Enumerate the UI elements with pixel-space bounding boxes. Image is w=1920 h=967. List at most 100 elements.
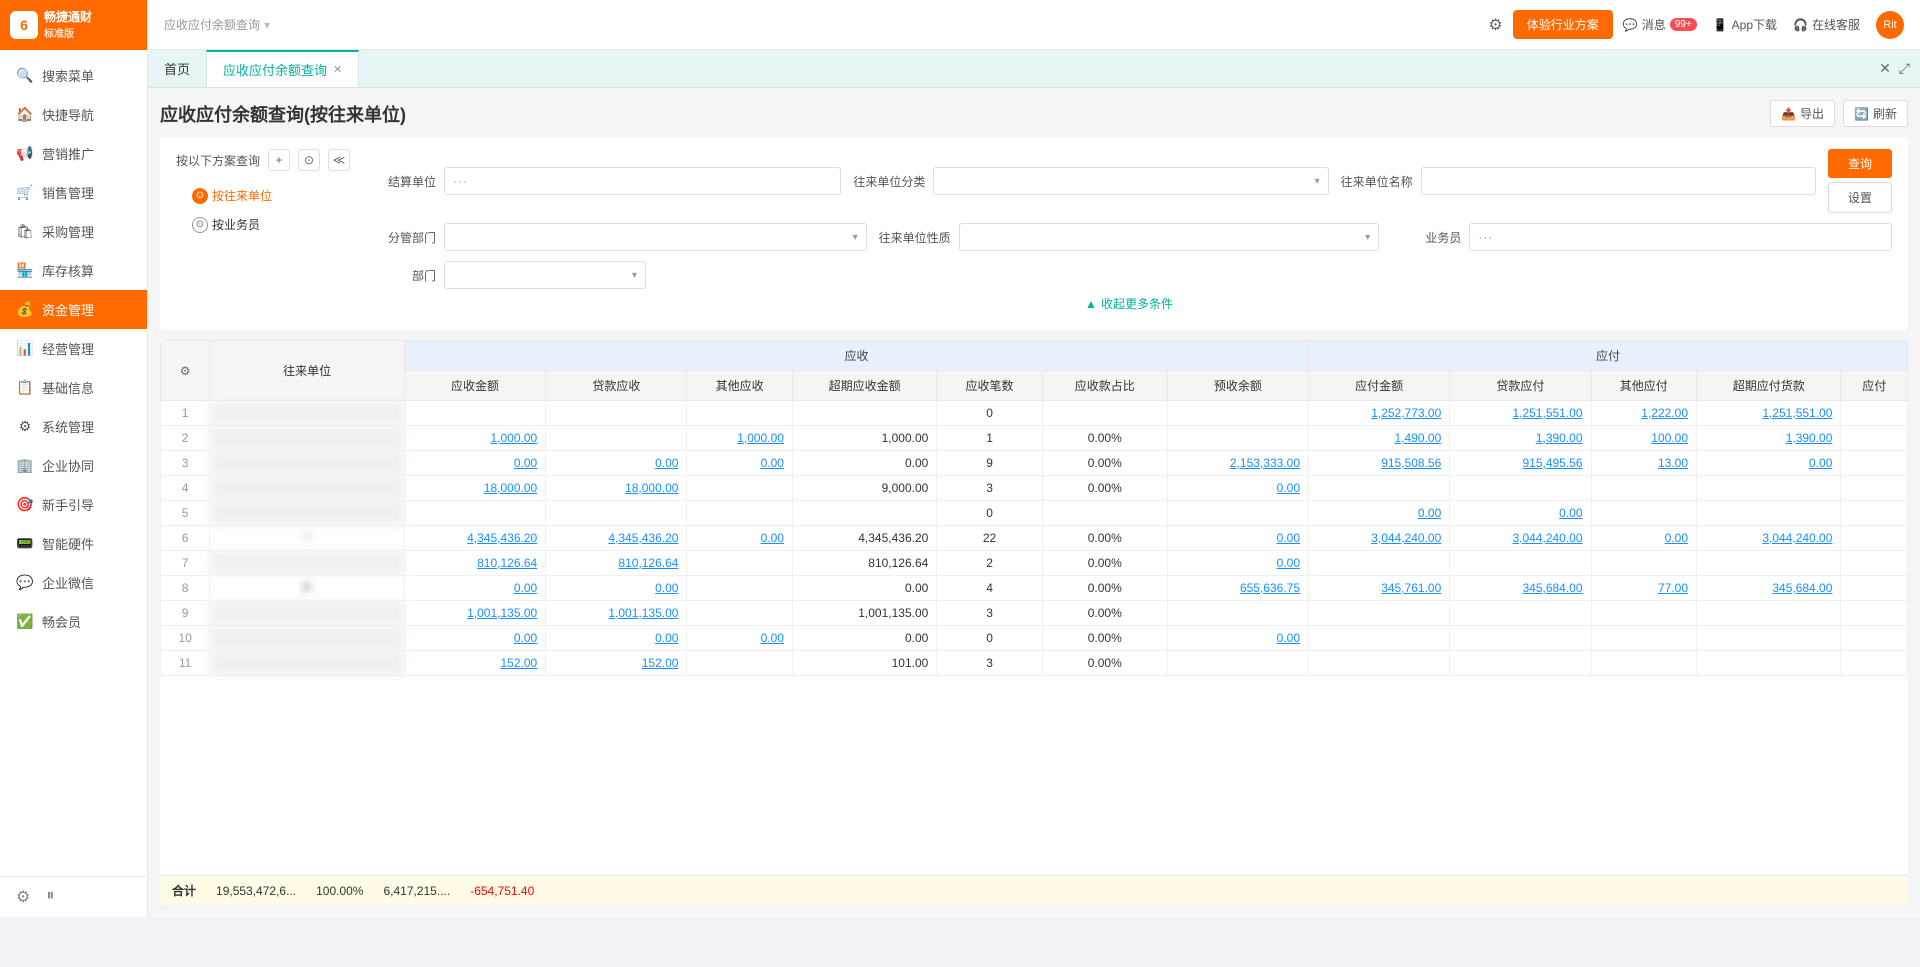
cell-overdue-ap[interactable] (1697, 476, 1841, 501)
cell-other-ar[interactable]: 0.00 (687, 451, 792, 476)
cell-loan-ar[interactable]: 0.00 (546, 451, 687, 476)
tab-maximize-icon[interactable]: ⤢ (1899, 60, 1910, 77)
cell-loan-ar[interactable]: 152.00 (546, 651, 687, 676)
dept-input[interactable]: ▾ (444, 223, 867, 251)
cell-other-ap[interactable] (1591, 501, 1696, 526)
add-scheme-button[interactable]: + (268, 149, 290, 171)
cell-loan-ap[interactable]: 3,044,240.00 (1450, 526, 1591, 551)
scheme-by-salesperson[interactable]: ⊙ 按业务员 (184, 212, 280, 237)
cell-prepay[interactable] (1167, 501, 1308, 526)
cell-other-ap[interactable]: 0.00 (1591, 526, 1696, 551)
cell-loan-ar[interactable]: 4,345,436.20 (546, 526, 687, 551)
cell-ap-amount[interactable] (1309, 601, 1450, 626)
collapse-more-button[interactable]: ▲ 收起更多条件 (366, 289, 1892, 318)
cell-other-ar[interactable] (687, 651, 792, 676)
partner-category-input[interactable]: ▾ (933, 167, 1328, 195)
sidebar-item-system[interactable]: ⚙ 系统管理 (0, 407, 147, 446)
user-avatar[interactable]: Rit (1876, 11, 1904, 39)
cell-overdue-ap[interactable] (1697, 551, 1841, 576)
cell-other-ap[interactable] (1591, 651, 1696, 676)
sidebar-item-basic[interactable]: 📋 基础信息 (0, 368, 147, 407)
sidebar-item-purchase[interactable]: 🛍 采购管理 (0, 212, 147, 251)
tab-minimize-icon[interactable]: ✕ (1879, 60, 1891, 77)
cell-prepay[interactable]: 0.00 (1167, 526, 1308, 551)
cell-loan-ap[interactable]: 0.00 (1450, 501, 1591, 526)
cell-loan-ar[interactable]: 1,001,135.00 (546, 601, 687, 626)
cell-ap-amount[interactable] (1309, 651, 1450, 676)
settings-icon[interactable]: ⚙ (1488, 15, 1502, 35)
cell-prepay[interactable] (1167, 426, 1308, 451)
cell-other-ap[interactable] (1591, 626, 1696, 651)
cell-other-ar[interactable] (687, 476, 792, 501)
cta-button[interactable]: 体验行业方案 (1513, 10, 1613, 39)
cell-prepay[interactable]: 0.00 (1167, 476, 1308, 501)
cell-loan-ar[interactable]: 0.00 (546, 576, 687, 601)
cell-other-ar[interactable] (687, 601, 792, 626)
cell-other-ap[interactable] (1591, 476, 1696, 501)
cell-other-ap[interactable] (1591, 601, 1696, 626)
cell-other-ap[interactable]: 100.00 (1591, 426, 1696, 451)
cell-loan-ap[interactable] (1450, 476, 1591, 501)
cell-ap-amount[interactable] (1309, 626, 1450, 651)
cell-overdue-ap[interactable]: 3,044,240.00 (1697, 526, 1841, 551)
cell-ar-amount[interactable]: 152.00 (404, 651, 545, 676)
department-input[interactable]: ▾ (444, 261, 646, 289)
sidebar-item-hardware[interactable]: 📟 智能硬件 (0, 524, 147, 563)
sidebar-item-quick[interactable]: 🏠 快捷导航 (0, 95, 147, 134)
cell-prepay[interactable]: 0.00 (1167, 551, 1308, 576)
settings-button[interactable]: 设置 (1828, 182, 1892, 213)
cell-prepay[interactable] (1167, 401, 1308, 426)
cell-other-ar[interactable] (687, 501, 792, 526)
cell-other-ar[interactable]: 0.00 (687, 526, 792, 551)
table-wrapper[interactable]: ⚙ 往来单位 应收 应付 应收金额 贷款应收 其他应收 超期应收金额 应收笔数 … (160, 340, 1908, 875)
cell-ar-amount[interactable]: 0.00 (404, 576, 545, 601)
cell-loan-ar[interactable] (546, 501, 687, 526)
sidebar-item-search[interactable]: 🔍 搜索菜单 (0, 56, 147, 95)
cell-other-ar[interactable] (687, 551, 792, 576)
cell-ar-amount[interactable]: 810,126.64 (404, 551, 545, 576)
scheme-by-partner[interactable]: ⊙ 按往来单位 (184, 183, 280, 208)
refresh-button[interactable]: 🔄 刷新 (1843, 100, 1908, 127)
tab-ar-ap[interactable]: 应收应付余额查询 ✕ (206, 50, 359, 87)
export-button[interactable]: 📤 导出 (1770, 100, 1835, 127)
cell-other-ar[interactable]: 0.00 (687, 626, 792, 651)
tab-home[interactable]: 首页 (148, 51, 206, 86)
cell-ar-amount[interactable] (404, 501, 545, 526)
partner-nature-input[interactable]: ▾ (959, 223, 1380, 251)
cell-overdue-ap[interactable]: 1,390.00 (1697, 426, 1841, 451)
cell-overdue-ap[interactable]: 345,684.00 (1697, 576, 1841, 601)
cell-loan-ap[interactable]: 345,684.00 (1450, 576, 1591, 601)
partner-name-input[interactable] (1421, 167, 1816, 195)
settlement-unit-input[interactable]: ··· (444, 167, 841, 195)
sidebar-item-guide[interactable]: 🎯 新手引导 (0, 485, 147, 524)
cell-loan-ap[interactable] (1450, 626, 1591, 651)
cell-prepay[interactable]: 2,153,333.00 (1167, 451, 1308, 476)
cell-loan-ar[interactable] (546, 401, 687, 426)
cell-loan-ap[interactable]: 1,390.00 (1450, 426, 1591, 451)
online-service-action[interactable]: 🎧 在线客服 (1793, 16, 1860, 33)
cell-overdue-ap[interactable]: 1,251,551.00 (1697, 401, 1841, 426)
cell-loan-ar[interactable]: 810,126.64 (546, 551, 687, 576)
cell-overdue-ap[interactable] (1697, 651, 1841, 676)
app-download-action[interactable]: 📱 App下载 (1713, 16, 1777, 33)
cell-ap-amount[interactable] (1309, 551, 1450, 576)
cell-ar-amount[interactable]: 4,345,436.20 (404, 526, 545, 551)
sidebar-item-sales[interactable]: 🛒 销售管理 (0, 173, 147, 212)
cell-other-ap[interactable]: 1,222.00 (1591, 401, 1696, 426)
cell-loan-ar[interactable] (546, 426, 687, 451)
sidebar-item-member[interactable]: ✅ 畅会员 (0, 602, 147, 641)
cell-prepay[interactable]: 655,636.75 (1167, 576, 1308, 601)
settings-footer-icon[interactable]: ⚙ (16, 887, 30, 907)
salesperson-input[interactable]: ··· (1469, 223, 1892, 251)
cell-overdue-ap[interactable] (1697, 601, 1841, 626)
cell-other-ar[interactable] (687, 401, 792, 426)
tab-close-icon[interactable]: ✕ (333, 63, 342, 76)
cell-ap-amount[interactable]: 1,252,773.00 (1309, 401, 1450, 426)
cell-ar-amount[interactable]: 1,001,135.00 (404, 601, 545, 626)
cell-other-ap[interactable]: 13.00 (1591, 451, 1696, 476)
cell-loan-ar[interactable]: 0.00 (546, 626, 687, 651)
cell-other-ap[interactable] (1591, 551, 1696, 576)
cell-loan-ap[interactable]: 915,495.56 (1450, 451, 1591, 476)
cell-loan-ap[interactable] (1450, 551, 1591, 576)
scheme-settings-icon[interactable]: ⊙ (298, 149, 320, 171)
